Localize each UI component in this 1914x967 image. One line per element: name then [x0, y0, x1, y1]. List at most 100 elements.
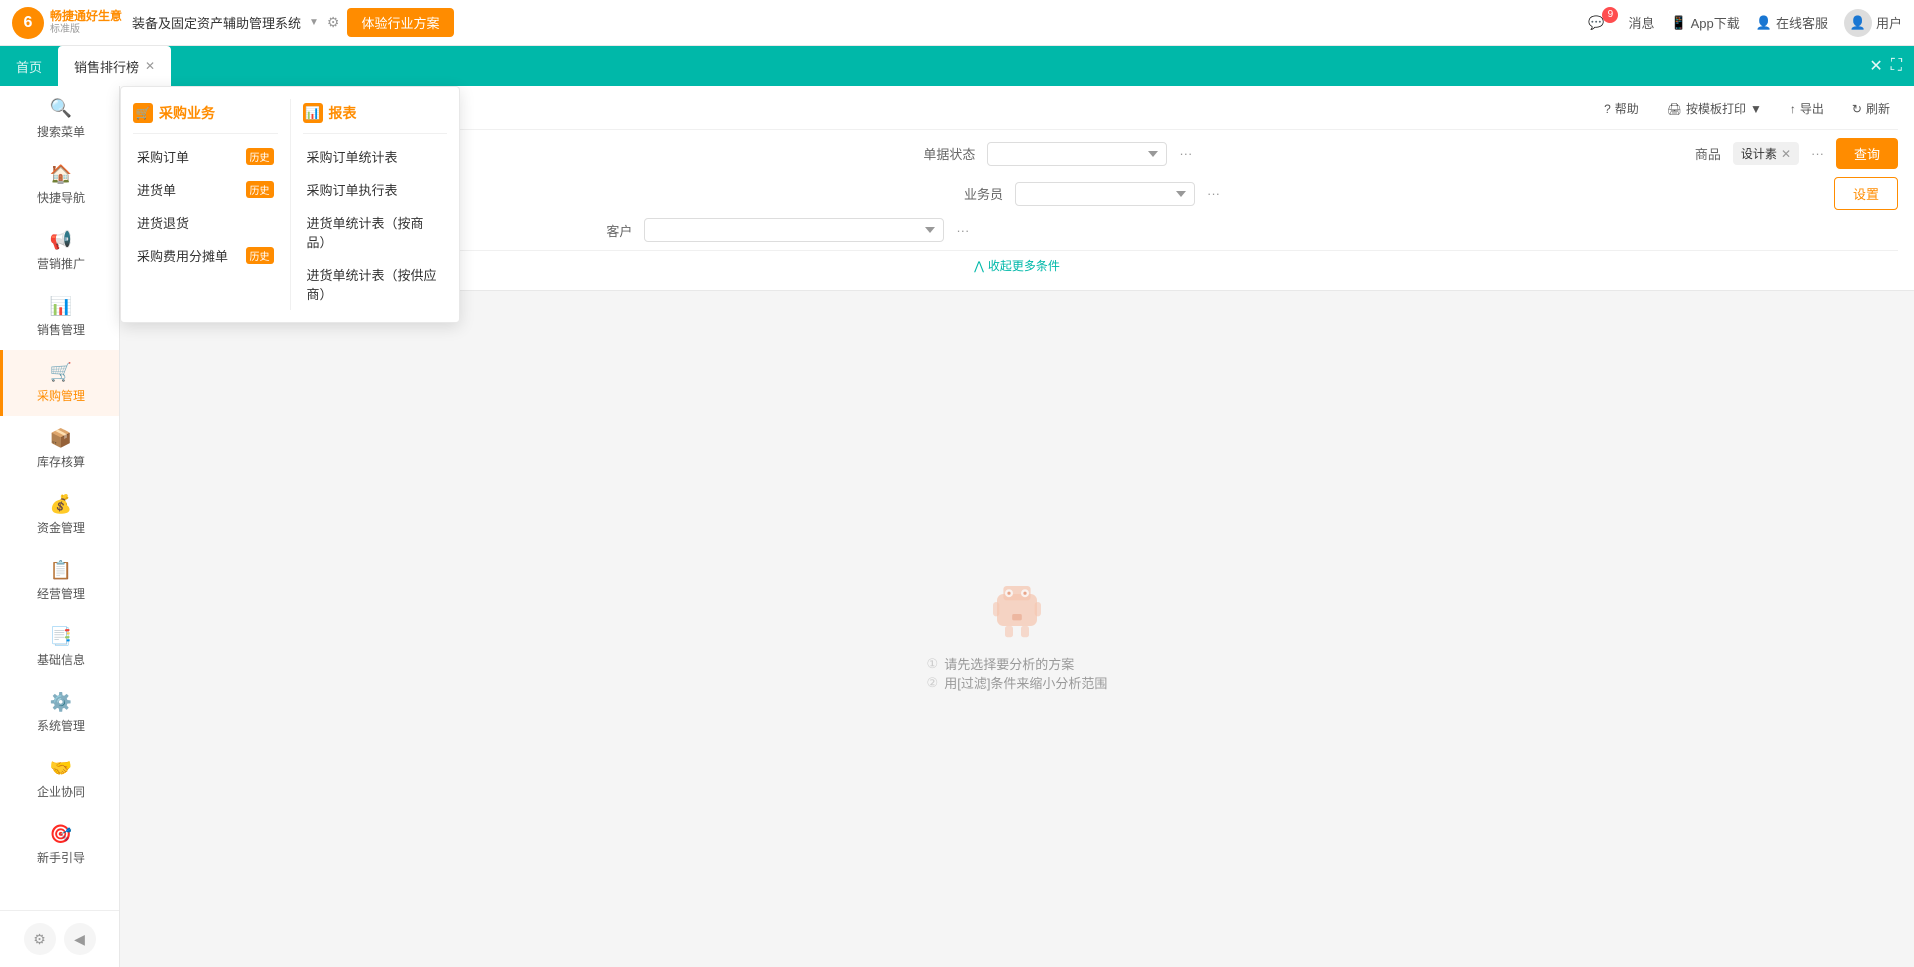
- tab-sales-rank-close[interactable]: ✕: [145, 59, 155, 73]
- empty-tip-2: 用[过滤]条件来缩小分析范围: [927, 673, 1108, 692]
- help-icon: ?: [1604, 102, 1611, 116]
- goods-more[interactable]: ···: [1811, 146, 1824, 161]
- capital-icon: 💰: [50, 494, 72, 515]
- settings-btn[interactable]: 设置: [1834, 177, 1898, 210]
- tab-close-icon[interactable]: ✕: [1869, 56, 1882, 76]
- sales-icon: 📊: [50, 296, 72, 317]
- inbound-stats-goods-label: 进货单统计表（按商品）: [307, 213, 444, 251]
- sidebar-item-capital[interactable]: 💰 资金管理: [0, 482, 119, 548]
- return-label: 进货退货: [137, 213, 189, 232]
- po-stats-label: 采购订单统计表: [307, 147, 398, 166]
- sidebar-item-enterprise[interactable]: 🤝 企业协同: [0, 746, 119, 812]
- sidebar-item-sys-mgmt[interactable]: ⚙️ 系统管理: [0, 680, 119, 746]
- menu-item-inbound-stats-goods[interactable]: 进货单统计表（按商品）: [303, 206, 448, 258]
- tab-sales-rank[interactable]: 销售排行榜 ✕: [58, 46, 171, 86]
- goods-tag-close[interactable]: ✕: [1781, 147, 1791, 161]
- user-item[interactable]: 👤 用户: [1844, 9, 1902, 37]
- salesperson-label: 业务员: [964, 184, 1003, 203]
- sidebar-label-sys: 系统管理: [37, 717, 85, 734]
- sidebar-item-sales[interactable]: 📊 销售管理: [0, 284, 119, 350]
- menu-item-inbound-stats-supplier[interactable]: 进货单统计表（按供应商）: [303, 258, 448, 310]
- logo-area: 6 畅捷通好生意 标准版: [12, 7, 132, 39]
- menu-item-po-stats[interactable]: 采购订单统计表: [303, 140, 448, 173]
- sidebar-label-enterprise: 企业协同: [37, 783, 85, 800]
- sidebar-label-inventory: 库存核算: [37, 453, 85, 470]
- settings-bottom-btn[interactable]: ⚙: [24, 923, 56, 955]
- system-dropdown-arrow[interactable]: ▼: [309, 17, 319, 28]
- goods-label: 商品: [1695, 144, 1721, 163]
- export-label: 导出: [1800, 100, 1824, 117]
- customer-more[interactable]: ···: [956, 223, 969, 238]
- customer-select[interactable]: [644, 218, 944, 242]
- print-btn[interactable]: 🖨 按模板打印 ▼: [1659, 96, 1770, 121]
- search-icon: 🔍: [50, 98, 72, 119]
- purchase-expense-label: 采购费用分摊单: [137, 246, 228, 265]
- sidebar-item-search-menu[interactable]: 🔍 搜索菜单: [0, 86, 119, 152]
- refresh-btn[interactable]: ↻ 刷新: [1844, 96, 1898, 121]
- tab-bar: 首页 销售排行榜 ✕ ✕ ⛶: [0, 46, 1914, 86]
- export-btn[interactable]: ↑ 导出: [1782, 96, 1832, 121]
- sidebar-item-inventory[interactable]: 📦 库存核算: [0, 416, 119, 482]
- purchase-icon: 🛒: [50, 362, 72, 383]
- menu-item-purchase-expense[interactable]: 采购费用分摊单 历史: [133, 239, 278, 272]
- guide-icon: 🎯: [50, 824, 72, 845]
- top-header: 6 畅捷通好生意 标准版 装备及固定资产辅助管理系统 ▼ ⚙ 体验行业方案 💬 …: [0, 0, 1914, 46]
- sidebar-label-basic-info: 基础信息: [37, 651, 85, 668]
- logo-icon: 6: [12, 7, 44, 39]
- purchase-order-hist: 历史: [246, 148, 274, 165]
- sidebar-item-guide[interactable]: 🎯 新手引导: [0, 812, 119, 878]
- tab-home[interactable]: 首页: [0, 46, 58, 86]
- online-service-item[interactable]: 👤 在线客服: [1756, 13, 1828, 32]
- collapse-icon: ⋀: [974, 259, 984, 273]
- purchase-menu-overlay: 🛒 采购业务 采购订单 历史 进货单 历史 进货退货 采购费用分摊单 历史 📊: [120, 86, 460, 323]
- messages-item[interactable]: 💬 9 消息: [1588, 13, 1654, 32]
- empty-illustration: [977, 566, 1057, 646]
- marketing-icon: 📢: [50, 230, 72, 251]
- industry-btn[interactable]: 体验行业方案: [347, 8, 453, 37]
- operations-icon: 📋: [50, 560, 72, 581]
- sidebar-label-capital: 资金管理: [37, 519, 85, 536]
- settings-icon[interactable]: ⚙: [327, 14, 340, 31]
- user-label: 用户: [1876, 13, 1902, 32]
- export-icon: ↑: [1790, 102, 1796, 116]
- doc-status-more[interactable]: ···: [1179, 146, 1192, 161]
- empty-tips: 请先选择要分析的方案 用[过滤]条件来缩小分析范围: [927, 654, 1108, 692]
- empty-state: 请先选择要分析的方案 用[过滤]条件来缩小分析范围: [120, 291, 1914, 967]
- sidebar-item-quick-nav[interactable]: 🏠 快捷导航: [0, 152, 119, 218]
- salesperson-select[interactable]: [1015, 182, 1195, 206]
- menu-item-po-exec[interactable]: 采购订单执行表: [303, 173, 448, 206]
- query-btn[interactable]: 查询: [1836, 138, 1898, 169]
- report-column-header: 📊 报表: [303, 99, 448, 134]
- report-header-label: 报表: [329, 103, 357, 123]
- menu-item-return[interactable]: 进货退货: [133, 206, 278, 239]
- menu-item-inbound[interactable]: 进货单 历史: [133, 173, 278, 206]
- service-icon: 👤: [1756, 15, 1772, 31]
- report-column: 📊 报表 采购订单统计表 采购订单执行表 进货单统计表（按商品） 进货单统计表（…: [290, 99, 460, 310]
- empty-tip-1: 请先选择要分析的方案: [927, 654, 1108, 673]
- sidebar-item-purchase[interactable]: 🛒 采购管理: [0, 350, 119, 416]
- purchase-header-label: 采购业务: [159, 103, 215, 123]
- tab-maximize-icon[interactable]: ⛶: [1891, 57, 1902, 75]
- report-header-icon: 📊: [303, 103, 323, 123]
- basic-info-icon: 📑: [50, 626, 72, 647]
- sidebar-label-quick-nav: 快捷导航: [37, 189, 85, 206]
- sidebar-item-marketing[interactable]: 📢 营销推广: [0, 218, 119, 284]
- sys-icon: ⚙️: [50, 692, 72, 713]
- sidebar-label-search: 搜索菜单: [37, 123, 85, 140]
- purchase-expense-hist: 历史: [246, 247, 274, 264]
- print-dropdown-icon: ▼: [1750, 102, 1762, 116]
- tab-bar-right: ✕ ⛶: [1869, 56, 1914, 76]
- sidebar-item-basic-info[interactable]: 📑 基础信息: [0, 614, 119, 680]
- tab-sales-rank-label: 销售排行榜: [74, 57, 139, 76]
- app-download-item[interactable]: 📱 App下载: [1670, 13, 1739, 32]
- sidebar-item-operations[interactable]: 📋 经营管理: [0, 548, 119, 614]
- salesperson-more[interactable]: ···: [1207, 186, 1220, 201]
- inventory-icon: 📦: [50, 428, 72, 449]
- collapse-sidebar-btn[interactable]: ◀: [64, 923, 96, 955]
- message-badge: 9: [1602, 7, 1618, 23]
- help-label: 帮助: [1615, 100, 1639, 117]
- menu-item-purchase-order[interactable]: 采购订单 历史: [133, 140, 278, 173]
- help-btn[interactable]: ? 帮助: [1596, 96, 1647, 121]
- doc-status-select[interactable]: [987, 142, 1167, 166]
- mobile-icon: 📱: [1670, 15, 1686, 31]
